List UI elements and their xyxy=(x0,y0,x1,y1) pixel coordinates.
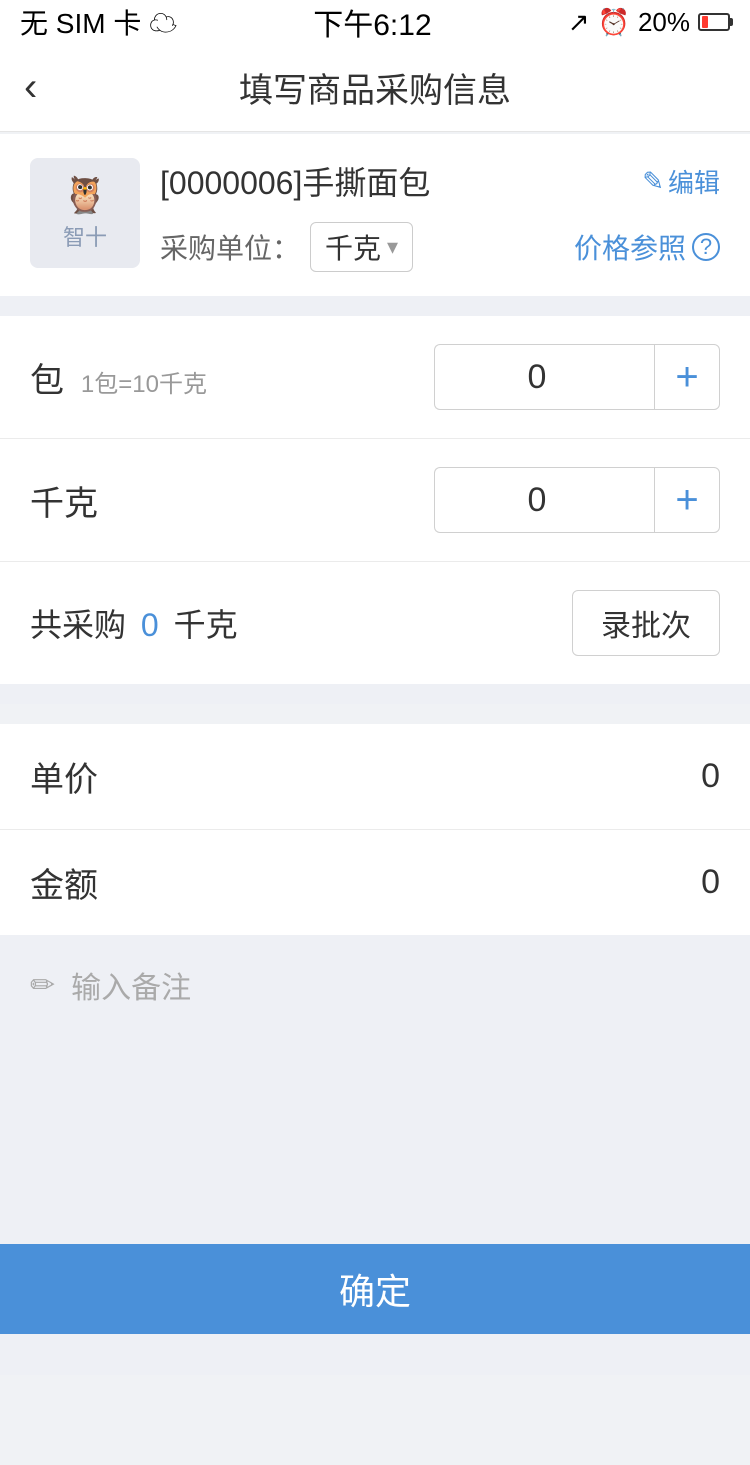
price-section: 单价 0 金额 0 xyxy=(0,724,750,935)
status-right: ↗ ⏰ 20% xyxy=(568,7,730,38)
alarm-icon: ⏰ xyxy=(598,7,630,38)
page-title: 填写商品采购信息 xyxy=(239,63,511,112)
kg-label-group: 千克 xyxy=(30,476,98,525)
product-image: 🦉 智十 xyxy=(30,158,140,268)
bag-label: 包 xyxy=(30,362,64,400)
confirm-button[interactable]: 确定 xyxy=(0,1244,750,1334)
remark-placeholder: 输入备注 xyxy=(71,963,191,1007)
divider-1 xyxy=(0,296,750,316)
unit-price-value: 0 xyxy=(701,757,720,796)
kg-quantity-input[interactable] xyxy=(434,467,654,533)
bag-sub-label: 1包=10千克 xyxy=(81,371,207,398)
status-bar: 无 SIM 卡 ☁ 下午6:12 ↗ ⏰ 20% xyxy=(0,0,750,44)
location-icon: ↗ xyxy=(568,7,590,38)
kg-input-control: + xyxy=(434,467,720,533)
pencil-icon: ✏ xyxy=(30,968,55,1003)
unit-price-label: 单价 xyxy=(30,752,98,801)
battery-icon xyxy=(698,13,730,31)
remark-section[interactable]: ✏ 输入备注 xyxy=(0,935,750,1035)
help-icon: ? xyxy=(692,233,720,261)
status-left: 无 SIM 卡 ☁ xyxy=(20,2,177,42)
divider-2 xyxy=(0,684,750,704)
amount-label: 金额 xyxy=(30,858,98,907)
product-card: 🦉 智十 [0000006]手撕面包 ✎ 编辑 采购单位： 千克 ▾ xyxy=(0,134,750,296)
sim-text: 无 SIM 卡 ☁ xyxy=(20,2,177,42)
summary-amount: 0 xyxy=(141,607,159,643)
back-button[interactable]: ‹ xyxy=(24,65,37,110)
dropdown-icon: ▾ xyxy=(387,234,398,260)
product-name: [0000006]手撕面包 xyxy=(160,158,430,204)
product-logo-icon: 🦉 xyxy=(63,174,108,216)
summary-prefix: 共采购 xyxy=(30,607,126,643)
summary-text: 共采购 0 千克 xyxy=(30,600,238,646)
kg-label: 千克 xyxy=(30,485,98,523)
price-ref-button[interactable]: 价格参照 ? xyxy=(574,227,720,267)
product-info: [0000006]手撕面包 ✎ 编辑 采购单位： 千克 ▾ 价格参照 ? xyxy=(160,158,720,272)
input-section: 包 1包=10千克 + 千克 + xyxy=(0,316,750,562)
battery-percent: 20% xyxy=(638,7,690,38)
product-unit-row: 采购单位： 千克 ▾ 价格参照 ? xyxy=(160,222,720,272)
brand-label: 智十 xyxy=(63,220,107,252)
batch-button[interactable]: 录批次 xyxy=(572,590,720,656)
nav-bar: ‹ 填写商品采购信息 xyxy=(0,44,750,132)
bag-quantity-input[interactable] xyxy=(434,344,654,410)
summary-row: 共采购 0 千克 录批次 xyxy=(0,562,750,684)
product-name-row: [0000006]手撕面包 ✎ 编辑 xyxy=(160,158,720,204)
unit-select[interactable]: 千克 ▾ xyxy=(310,222,413,272)
unit-label: 采购单位： xyxy=(160,227,300,267)
kg-plus-button[interactable]: + xyxy=(654,467,720,533)
unit-price-row: 单价 0 xyxy=(0,724,750,830)
edit-icon: ✎ xyxy=(642,166,664,197)
bag-plus-button[interactable]: + xyxy=(654,344,720,410)
edit-button[interactable]: ✎ 编辑 xyxy=(642,163,720,200)
amount-value: 0 xyxy=(701,863,720,902)
kg-input-row: 千克 + xyxy=(0,439,750,562)
status-time: 下午6:12 xyxy=(313,0,431,44)
amount-row: 金额 0 xyxy=(0,830,750,935)
bag-input-control: + xyxy=(434,344,720,410)
summary-unit: 千克 xyxy=(174,607,238,643)
bag-label-group: 包 1包=10千克 xyxy=(30,353,207,402)
bag-input-row: 包 1包=10千克 + xyxy=(0,316,750,439)
